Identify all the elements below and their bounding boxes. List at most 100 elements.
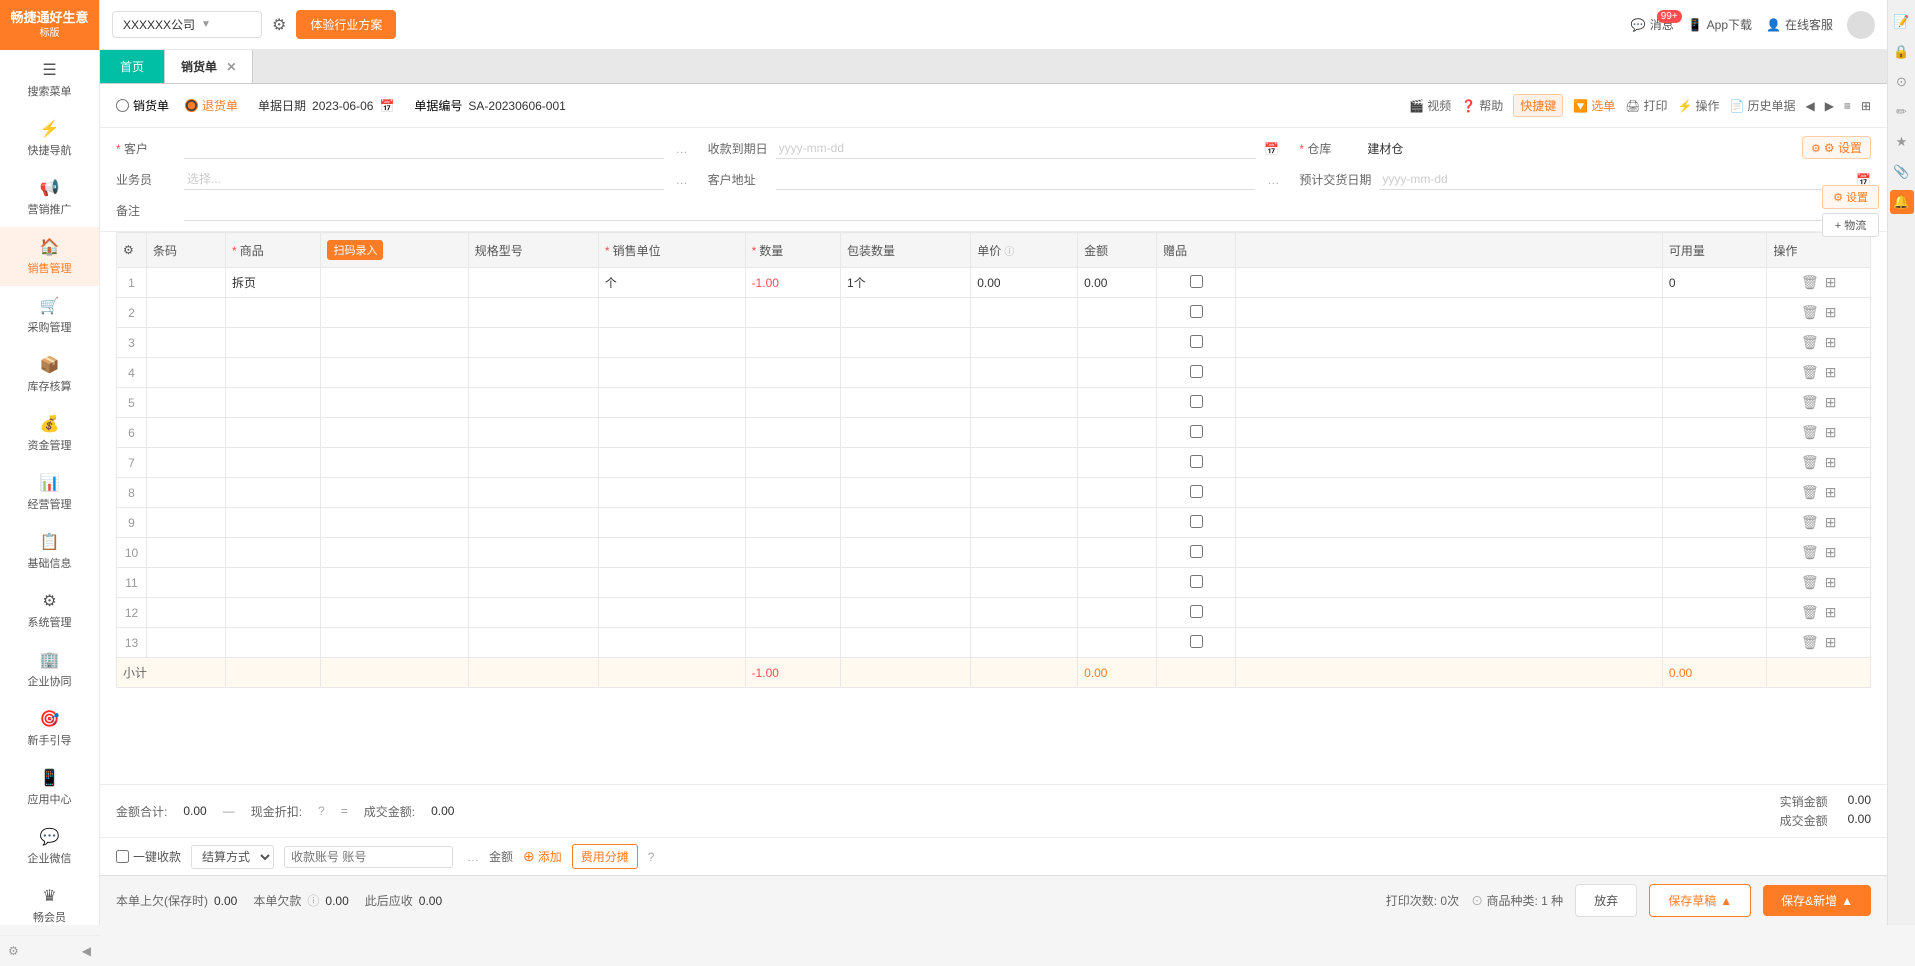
tab-home[interactable]: 首页 xyxy=(100,50,165,83)
cell-amount-10[interactable] xyxy=(1078,538,1157,568)
cell-qty-2[interactable] xyxy=(745,298,840,328)
cell-amount-5[interactable] xyxy=(1078,388,1157,418)
copy-row-icon-7[interactable]: ⊞ xyxy=(1825,454,1837,471)
cell-pack-qty-7[interactable] xyxy=(841,448,971,478)
save-new-btn[interactable]: 保存&新增 ▲ xyxy=(1763,885,1871,916)
cell-amount-13[interactable] xyxy=(1078,628,1157,658)
cell-barcode-11[interactable] xyxy=(147,568,226,598)
customer-input[interactable] xyxy=(184,138,664,159)
print-btn[interactable]: 🖨 打印 xyxy=(1625,97,1667,114)
cell-unit-price-5[interactable] xyxy=(971,388,1078,418)
right-panel-circle[interactable]: ⊙ xyxy=(1890,70,1914,94)
select-btn[interactable]: 🔽 选单 xyxy=(1573,97,1615,114)
gift-checkbox-12[interactable] xyxy=(1190,605,1203,618)
sidebar-item-member[interactable]: ♛ 畅会员 xyxy=(0,876,99,935)
cell-unit-price-3[interactable] xyxy=(971,328,1078,358)
setting-btn[interactable]: ⚙ ⚙ 设置 xyxy=(1802,136,1871,159)
sales-radio-input[interactable] xyxy=(116,99,129,112)
cell-spec-4[interactable] xyxy=(468,358,598,388)
cell-barcode-8[interactable] xyxy=(147,478,226,508)
scan-input-btn[interactable]: 扫码录入 xyxy=(327,240,383,260)
cell-spec-1[interactable] xyxy=(468,268,598,298)
cell-pack-qty-1[interactable]: 1个 xyxy=(841,268,971,298)
cell-pack-qty-9[interactable] xyxy=(841,508,971,538)
copy-row-icon-13[interactable]: ⊞ xyxy=(1825,634,1837,651)
cell-barcode-1[interactable] xyxy=(147,268,226,298)
cell-amount-7[interactable] xyxy=(1078,448,1157,478)
customer-addr-dots-icon[interactable]: … xyxy=(1267,173,1279,187)
cell-gift-7[interactable] xyxy=(1157,448,1236,478)
cell-qty-5[interactable] xyxy=(745,388,840,418)
cell-unit-price-1[interactable]: 0.00 xyxy=(971,268,1078,298)
gift-checkbox-3[interactable] xyxy=(1190,335,1203,348)
cell-unit-8[interactable] xyxy=(598,478,745,508)
setting-button[interactable]: ⚙ 设置 xyxy=(1822,185,1879,209)
cell-unit-price-13[interactable] xyxy=(971,628,1078,658)
cell-amount-3[interactable] xyxy=(1078,328,1157,358)
cell-unit-5[interactable] xyxy=(598,388,745,418)
delete-row-icon-1[interactable]: 🗑 xyxy=(1801,274,1819,291)
copy-row-icon-12[interactable]: ⊞ xyxy=(1825,604,1837,621)
operation-btn[interactable]: ⚡ 操作 xyxy=(1678,97,1720,114)
cell-unit-12[interactable] xyxy=(598,598,745,628)
cell-pack-qty-3[interactable] xyxy=(841,328,971,358)
cell-gift-6[interactable] xyxy=(1157,418,1236,448)
question-icon[interactable]: ? xyxy=(318,804,325,818)
flow-button[interactable]: + 物流 xyxy=(1822,213,1879,237)
cell-gift-13[interactable] xyxy=(1157,628,1236,658)
cell-spec-8[interactable] xyxy=(468,478,598,508)
cell-gift-1[interactable] xyxy=(1157,268,1236,298)
cell-spec-6[interactable] xyxy=(468,418,598,448)
gift-checkbox-6[interactable] xyxy=(1190,425,1203,438)
sidebar-item-app[interactable]: 📱 应用中心 xyxy=(0,758,99,817)
cell-spec-12[interactable] xyxy=(468,598,598,628)
cell-qty-7[interactable] xyxy=(745,448,840,478)
cell-unit-2[interactable] xyxy=(598,298,745,328)
customer-addr-input[interactable] xyxy=(776,169,1256,190)
cell-qty-1[interactable]: -1.00 xyxy=(745,268,840,298)
cell-pack-qty-4[interactable] xyxy=(841,358,971,388)
cell-unit-10[interactable] xyxy=(598,538,745,568)
delete-row-icon-6[interactable]: 🗑 xyxy=(1801,424,1819,441)
copy-row-icon-5[interactable]: ⊞ xyxy=(1825,394,1837,411)
salesperson-input[interactable] xyxy=(184,169,664,190)
gift-checkbox-13[interactable] xyxy=(1190,635,1203,648)
list-view-icon[interactable]: ≡ xyxy=(1844,99,1851,113)
customer-dots-icon[interactable]: … xyxy=(676,142,688,156)
save-draft-btn[interactable]: 保存草稿 ▲ xyxy=(1649,884,1751,917)
cell-pack-qty-8[interactable] xyxy=(841,478,971,508)
cell-amount-1[interactable]: 0.00 xyxy=(1078,268,1157,298)
cell-barcode-3[interactable] xyxy=(147,328,226,358)
cell-spec-7[interactable] xyxy=(468,448,598,478)
delete-row-icon-5[interactable]: 🗑 xyxy=(1801,394,1819,411)
return-radio-input[interactable] xyxy=(185,99,198,112)
cell-barcode-7[interactable] xyxy=(147,448,226,478)
app-download-btn[interactable]: 📱 App下载 xyxy=(1688,16,1752,33)
right-panel-bell[interactable]: 🔔 xyxy=(1890,190,1914,214)
salesperson-dots-icon[interactable]: … xyxy=(676,173,688,187)
sidebar-item-purchase[interactable]: 🛒 采购管理 xyxy=(0,286,99,345)
cell-gift-8[interactable] xyxy=(1157,478,1236,508)
cell-barcode-12[interactable] xyxy=(147,598,226,628)
due-date-calendar-icon[interactable]: 📅 xyxy=(1264,142,1279,156)
sidebar-item-capital[interactable]: 💰 资金管理 xyxy=(0,404,99,463)
delete-row-icon-7[interactable]: 🗑 xyxy=(1801,454,1819,471)
sidebar-item-quicknav[interactable]: ⚡ 快捷导航 xyxy=(0,109,99,168)
cell-qty-6[interactable] xyxy=(745,418,840,448)
cell-barcode-10[interactable] xyxy=(147,538,226,568)
gift-checkbox-11[interactable] xyxy=(1190,575,1203,588)
cell-unit-price-4[interactable] xyxy=(971,358,1078,388)
copy-row-icon-4[interactable]: ⊞ xyxy=(1825,364,1837,381)
cell-qty-4[interactable] xyxy=(745,358,840,388)
cell-qty-8[interactable] xyxy=(745,478,840,508)
cell-gift-3[interactable] xyxy=(1157,328,1236,358)
copy-row-icon-10[interactable]: ⊞ xyxy=(1825,544,1837,561)
copy-row-icon-3[interactable]: ⊞ xyxy=(1825,334,1837,351)
cell-spec-10[interactable] xyxy=(468,538,598,568)
product-type-icon[interactable]: ⊙ xyxy=(1471,894,1483,908)
cell-amount-6[interactable] xyxy=(1078,418,1157,448)
cell-product-13[interactable] xyxy=(225,628,320,658)
sidebar-item-inventory[interactable]: 📦 库存核算 xyxy=(0,345,99,404)
cell-amount-8[interactable] xyxy=(1078,478,1157,508)
copy-row-icon-9[interactable]: ⊞ xyxy=(1825,514,1837,531)
